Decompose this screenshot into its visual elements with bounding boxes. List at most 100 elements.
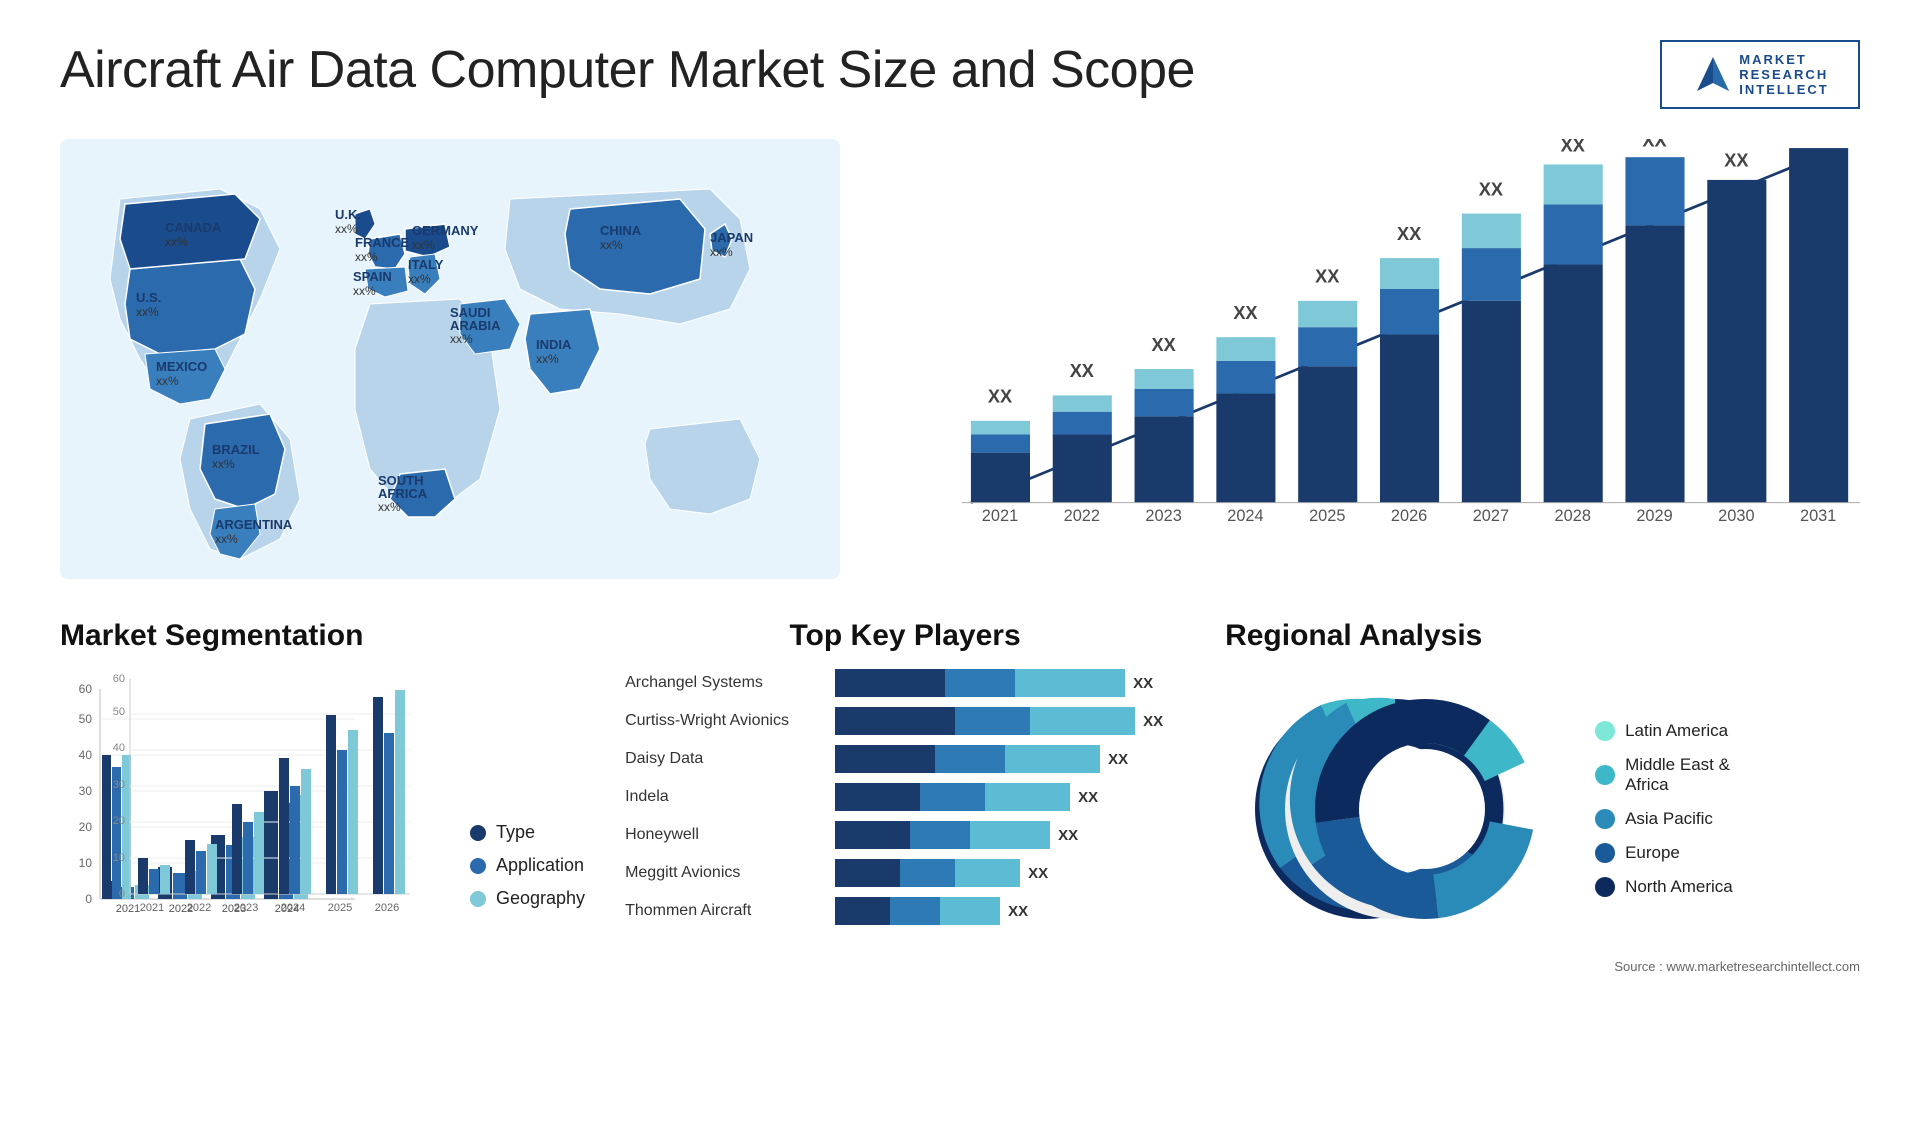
svg-text:50: 50 — [113, 706, 125, 718]
logo: MARKET RESEARCH INTELLECT — [1660, 40, 1860, 109]
svg-text:20: 20 — [113, 815, 125, 827]
svg-text:xx%: xx% — [536, 352, 559, 366]
svg-text:2021: 2021 — [140, 902, 164, 914]
svg-text:xx%: xx% — [600, 238, 623, 252]
svg-text:xx%: xx% — [412, 238, 435, 252]
player-row-thommen: Thommen Aircraft XX — [625, 897, 1185, 925]
player-name-archangel: Archangel Systems — [625, 674, 825, 692]
year-2031: 2031 — [1800, 507, 1836, 525]
svg-text:2025: 2025 — [328, 902, 352, 914]
label-italy: ITALY — [408, 257, 444, 272]
label-mexico: MEXICO — [156, 359, 207, 374]
player-name-thommen: Thommen Aircraft — [625, 902, 825, 920]
regional-title: Regional Analysis — [1225, 619, 1860, 653]
legend-label-type: Type — [496, 822, 535, 843]
svg-text:xx%: xx% — [335, 222, 358, 236]
svg-text:xx%: xx% — [165, 235, 188, 249]
bar-2029-seg2 — [1625, 157, 1684, 225]
player-xx-curtiss: XX — [1143, 713, 1163, 730]
player-row-daisy: Daisy Data XX — [625, 745, 1185, 773]
bar-2028-seg1 — [1544, 264, 1603, 502]
bar-2022-seg2 — [1053, 412, 1112, 435]
year-2027: 2027 — [1473, 507, 1509, 525]
val-2025: XX — [1315, 267, 1339, 287]
year-2021: 2021 — [982, 507, 1018, 525]
players-title: Top Key Players — [625, 619, 1185, 653]
player-bar-daisy: XX — [835, 745, 1185, 773]
svg-text:AFRICA: AFRICA — [378, 486, 428, 501]
player-bar-honeywell: XX — [835, 821, 1185, 849]
label-brazil: BRAZIL — [212, 442, 260, 457]
bar-2023-seg1 — [1135, 416, 1194, 502]
svg-text:2024: 2024 — [281, 902, 305, 914]
logo-line2: RESEARCH — [1739, 67, 1829, 82]
logo-line1: MARKET — [1739, 52, 1829, 67]
label-us: U.S. — [136, 290, 161, 305]
label-germany: GERMANY — [412, 223, 479, 238]
top-section: CANADA xx% U.S. xx% MEXICO xx% BRAZIL xx… — [60, 139, 1860, 579]
legend-dot-na — [1595, 877, 1615, 897]
val-2023: XX — [1152, 335, 1176, 355]
map-container: CANADA xx% U.S. xx% MEXICO xx% BRAZIL xx… — [60, 139, 840, 579]
svg-text:xx%: xx% — [378, 500, 401, 514]
bar-2028-seg3 — [1544, 164, 1603, 204]
player-name-indela: Indela — [625, 788, 825, 806]
donut-white-center — [1365, 749, 1485, 869]
label-spain: SPAIN — [353, 269, 392, 284]
header: Aircraft Air Data Computer Market Size a… — [60, 40, 1860, 109]
player-row-curtiss: Curtiss-Wright Avionics XX — [625, 707, 1185, 735]
legend-label-eu: Europe — [1625, 843, 1680, 863]
bar-2026-seg1 — [1380, 334, 1439, 502]
label-france: FRANCE — [355, 235, 409, 250]
svg-text:2023: 2023 — [234, 902, 258, 914]
bar-2031-seg1 — [1789, 148, 1848, 503]
year-2029: 2029 — [1636, 507, 1672, 525]
player-name-meggitt: Meggitt Avionics — [625, 864, 825, 882]
bar-2025-seg2 — [1298, 327, 1357, 366]
svg-text:xx%: xx% — [212, 457, 235, 471]
bar-2023-seg3 — [1135, 369, 1194, 389]
legend-dot-eu — [1595, 843, 1615, 863]
bottom-section: Market Segmentation 0 10 20 30 40 50 60 — [60, 619, 1860, 974]
logo-icon — [1691, 53, 1735, 97]
bar-2027-seg3 — [1462, 214, 1521, 249]
legend-application: Application — [470, 855, 585, 876]
seg-bars-clean: 0 10 20 30 40 50 60 — [90, 669, 430, 939]
bar-2028-seg2 — [1544, 204, 1603, 264]
val-2022: XX — [1070, 361, 1094, 381]
legend-dot-mea — [1595, 765, 1615, 785]
player-xx-meggitt: XX — [1028, 865, 1048, 882]
bar-2026-seg3 — [1380, 258, 1439, 289]
bar-2022-seg3 — [1053, 395, 1112, 411]
legend-label-geography: Geography — [496, 888, 585, 909]
player-bar-meggitt: XX — [835, 859, 1185, 887]
val-2024: XX — [1233, 303, 1257, 323]
player-bar-archangel: XX — [835, 669, 1185, 697]
source-text: Source : www.marketresearchintellect.com — [1225, 959, 1860, 974]
player-row-indela: Indela XX — [625, 783, 1185, 811]
val-2021: XX — [988, 387, 1012, 407]
legend-label-latam: Latin America — [1625, 721, 1728, 741]
val-2028: XX — [1561, 139, 1585, 156]
player-bar-indela: XX — [835, 783, 1185, 811]
segmentation-legend: Type Application Geography — [470, 822, 585, 939]
players-list: Archangel Systems XX Curtiss-Wright Avio… — [625, 669, 1185, 925]
legend-item-na: North America — [1595, 877, 1733, 897]
svg-text:xx%: xx% — [408, 272, 431, 286]
val-2031: XX — [1806, 139, 1830, 143]
player-xx-daisy: XX — [1108, 751, 1128, 768]
val-2030: XX — [1724, 150, 1748, 170]
svg-text:2026: 2026 — [375, 902, 399, 914]
bar-2030-seg1 — [1707, 180, 1766, 503]
player-xx-honeywell: XX — [1058, 827, 1078, 844]
year-2028: 2028 — [1555, 507, 1591, 525]
svg-text:ARABIA: ARABIA — [450, 318, 501, 333]
label-india: INDIA — [536, 337, 572, 352]
legend-item-mea: Middle East &Africa — [1595, 755, 1733, 795]
svg-text:xx%: xx% — [156, 374, 179, 388]
svg-text:0: 0 — [119, 888, 125, 900]
player-name-daisy: Daisy Data — [625, 750, 825, 768]
bar-2021-seg2 — [971, 434, 1030, 452]
regional-section: Regional Analysis — [1225, 619, 1860, 974]
bar-2024-seg1 — [1216, 394, 1275, 503]
